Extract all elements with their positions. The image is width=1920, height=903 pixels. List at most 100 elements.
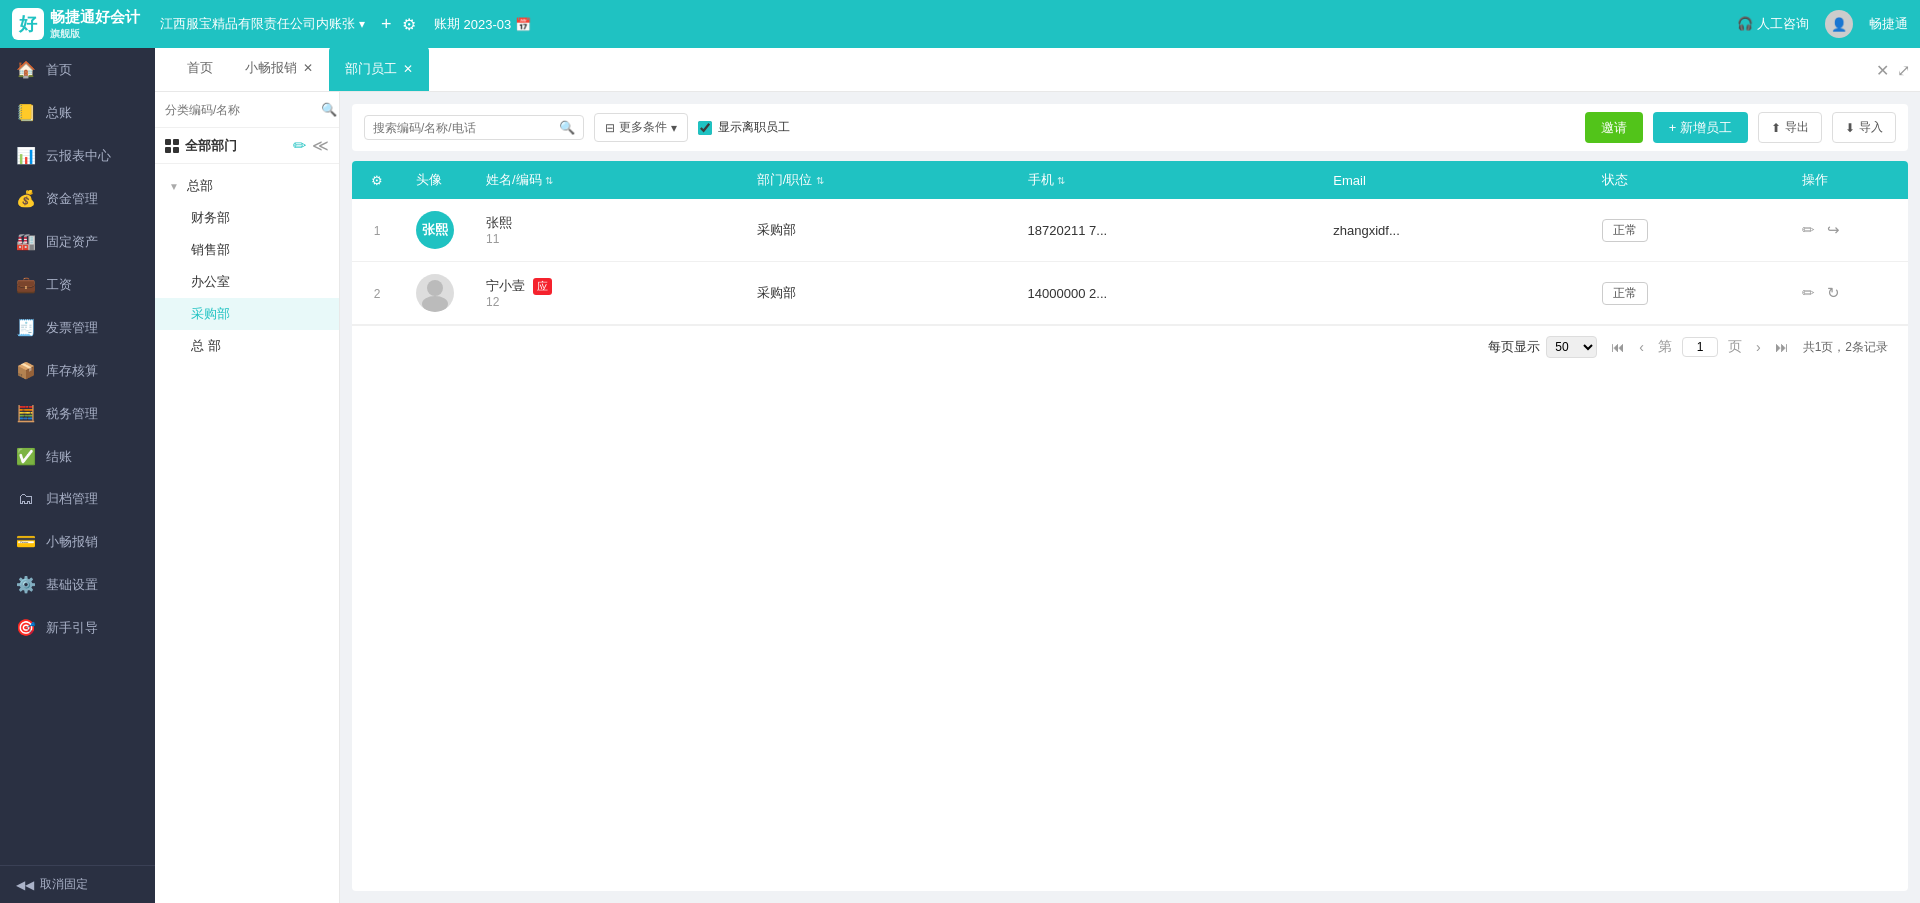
sidebar-label-expense: 小畅报销 [46,533,98,551]
company-name[interactable]: 江西服宝精品有限责任公司内账张 ▾ [160,15,365,33]
dept-collapse-icon[interactable]: ≪ [312,136,329,155]
sidebar-item-guide[interactable]: 🎯 新手引导 [0,606,155,649]
dept-item-office[interactable]: 办公室 [155,266,339,298]
sidebar-item-inventory[interactable]: 📦 库存核算 [0,349,155,392]
logo-icon: 好 [12,8,44,40]
export-button[interactable]: ⬆ 导出 [1758,112,1822,143]
sidebar-item-reports[interactable]: 📊 云报表中心 [0,134,155,177]
dept-item-hq[interactable]: ▼ 总部 [155,170,339,202]
sidebar-item-home[interactable]: 🏠 首页 [0,48,155,91]
chevron-down-icon[interactable]: ▾ [359,17,365,31]
filter-label: 更多条件 [619,119,667,136]
sidebar-item-tax[interactable]: 🧮 税务管理 [0,392,155,435]
prev-page-icon[interactable]: ‹ [1635,337,1648,357]
col-name[interactable]: 姓名/编码 ⇅ [472,161,743,199]
col-actions: 操作 [1788,161,1908,199]
row2-num: 2 [352,262,402,325]
tab-expense-label: 小畅报销 [245,59,297,77]
tax-icon: 🧮 [16,404,36,423]
employee-name: 宁小壹 [486,277,525,295]
filter-icon: ⊟ [605,121,615,135]
sidebar-label-assets: 固定资产 [46,233,98,251]
expense-icon: 💳 [16,532,36,551]
service-label[interactable]: 🎧 人工咨询 [1737,15,1809,33]
maximize-window-icon[interactable]: ⤢ [1897,60,1910,79]
dept-item-purchase[interactable]: 采购部 [155,298,339,330]
close-window-icon[interactable]: ✕ [1876,60,1889,79]
close-period-icon: ✅ [16,447,36,466]
tab-expense-close-icon[interactable]: ✕ [303,61,313,75]
reports-icon: 📊 [16,146,36,165]
tab-employees[interactable]: 部门员工 ✕ [329,48,429,91]
col-dept[interactable]: 部门/职位 ⇅ [743,161,1014,199]
basic-settings-icon: ⚙️ [16,575,36,594]
row1-avatar: 张熙 [402,199,472,262]
sidebar-label-payroll: 工资 [46,276,72,294]
sidebar-item-assets[interactable]: 🏭 固定资产 [0,220,155,263]
table-settings-icon[interactable]: ⚙ [371,173,383,188]
sidebar-item-ledger[interactable]: 📒 总账 [0,91,155,134]
employee-search-icon[interactable]: 🔍 [559,120,575,135]
col-phone[interactable]: 手机 ⇅ [1014,161,1320,199]
avatar [416,274,454,312]
pin-icon: ◀◀ [16,878,34,892]
row1-phone: 18720211 7... [1014,199,1320,262]
dept-search-icon[interactable]: 🔍 [321,102,337,117]
user-avatar[interactable]: 👤 [1825,10,1853,38]
sidebar-item-funds[interactable]: 💰 资金管理 [0,177,155,220]
tab-employees-close-icon[interactable]: ✕ [403,62,413,76]
tab-home[interactable]: 首页 [171,48,229,91]
tab-expense[interactable]: 小畅报销 ✕ [229,48,329,91]
dept-item-sales[interactable]: 销售部 [155,234,339,266]
row1-actions: ✏ ↪ [1788,199,1908,262]
ledger-icon: 📒 [16,103,36,122]
last-page-icon[interactable]: ⏭ [1771,337,1793,357]
archive-icon: 🗂 [16,490,36,508]
show-resigned-checkbox-label[interactable]: 显示离职员工 [698,119,790,136]
topbar-right: 🎧 人工咨询 👤 畅捷通 [1737,10,1908,38]
dept-item-hq2[interactable]: 总 部 [155,330,339,362]
sidebar-item-payroll[interactable]: 💼 工资 [0,263,155,306]
dept-search-input[interactable] [165,103,315,117]
dept-item-finance[interactable]: 财务部 [155,202,339,234]
row1-status: 正常 [1588,199,1788,262]
logout-icon[interactable]: ↪ [1827,221,1840,239]
calendar-icon[interactable]: 📅 [515,17,531,32]
page-nav: ⏮ ‹ 第 页 › ⏭ [1607,336,1792,358]
sidebar-item-invoice[interactable]: 🧾 发票管理 [0,306,155,349]
employee-code: 11 [486,232,729,246]
filter-button[interactable]: ⊟ 更多条件 ▾ [594,113,688,142]
filter-chevron-icon: ▾ [671,121,677,135]
dept-actions: ✏ ≪ [293,136,329,155]
next-page-icon[interactable]: › [1752,337,1765,357]
dept-edit-icon[interactable]: ✏ [293,136,306,155]
sidebar-item-archive[interactable]: 🗂 归档管理 [0,478,155,520]
row2-avatar [402,262,472,325]
add-employee-button[interactable]: + 新增员工 [1653,112,1748,143]
refresh-icon[interactable]: ↻ [1827,284,1840,302]
page-number-input[interactable] [1682,337,1718,357]
add-company-icon[interactable]: + [381,14,392,35]
edit-icon[interactable]: ✏ [1802,284,1815,302]
app-sub: 旗舰版 [50,27,140,41]
edit-icon[interactable]: ✏ [1802,221,1815,239]
show-resigned-checkbox[interactable] [698,121,712,135]
first-page-icon[interactable]: ⏮ [1607,337,1629,357]
page-size-select[interactable]: 10 20 50 100 [1546,336,1597,358]
import-button[interactable]: ⬇ 导入 [1832,112,1896,143]
all-dept-label[interactable]: 全部部门 [165,137,237,155]
col-settings[interactable]: ⚙ [352,161,402,199]
pagination: 每页显示 10 20 50 100 ⏮ ‹ 第 [352,325,1908,368]
sidebar-item-expense[interactable]: 💳 小畅报销 [0,520,155,563]
employee-search-input[interactable] [373,121,553,135]
period-info: 账期 2023-03 📅 [434,15,532,33]
sidebar-item-close[interactable]: ✅ 结账 [0,435,155,478]
svg-point-1 [422,296,448,312]
settings-icon[interactable]: ⚙ [402,15,416,34]
status-badge: 正常 [1602,219,1648,242]
invite-button[interactable]: 邀请 [1585,112,1643,143]
unpin-sidebar[interactable]: ◀◀ 取消固定 [0,865,155,903]
headset-icon: 🎧 [1737,16,1753,31]
sidebar-item-settings[interactable]: ⚙️ 基础设置 [0,563,155,606]
page-body: 🔍 全部部门 ✏ ≪ ▼ [155,92,1920,903]
